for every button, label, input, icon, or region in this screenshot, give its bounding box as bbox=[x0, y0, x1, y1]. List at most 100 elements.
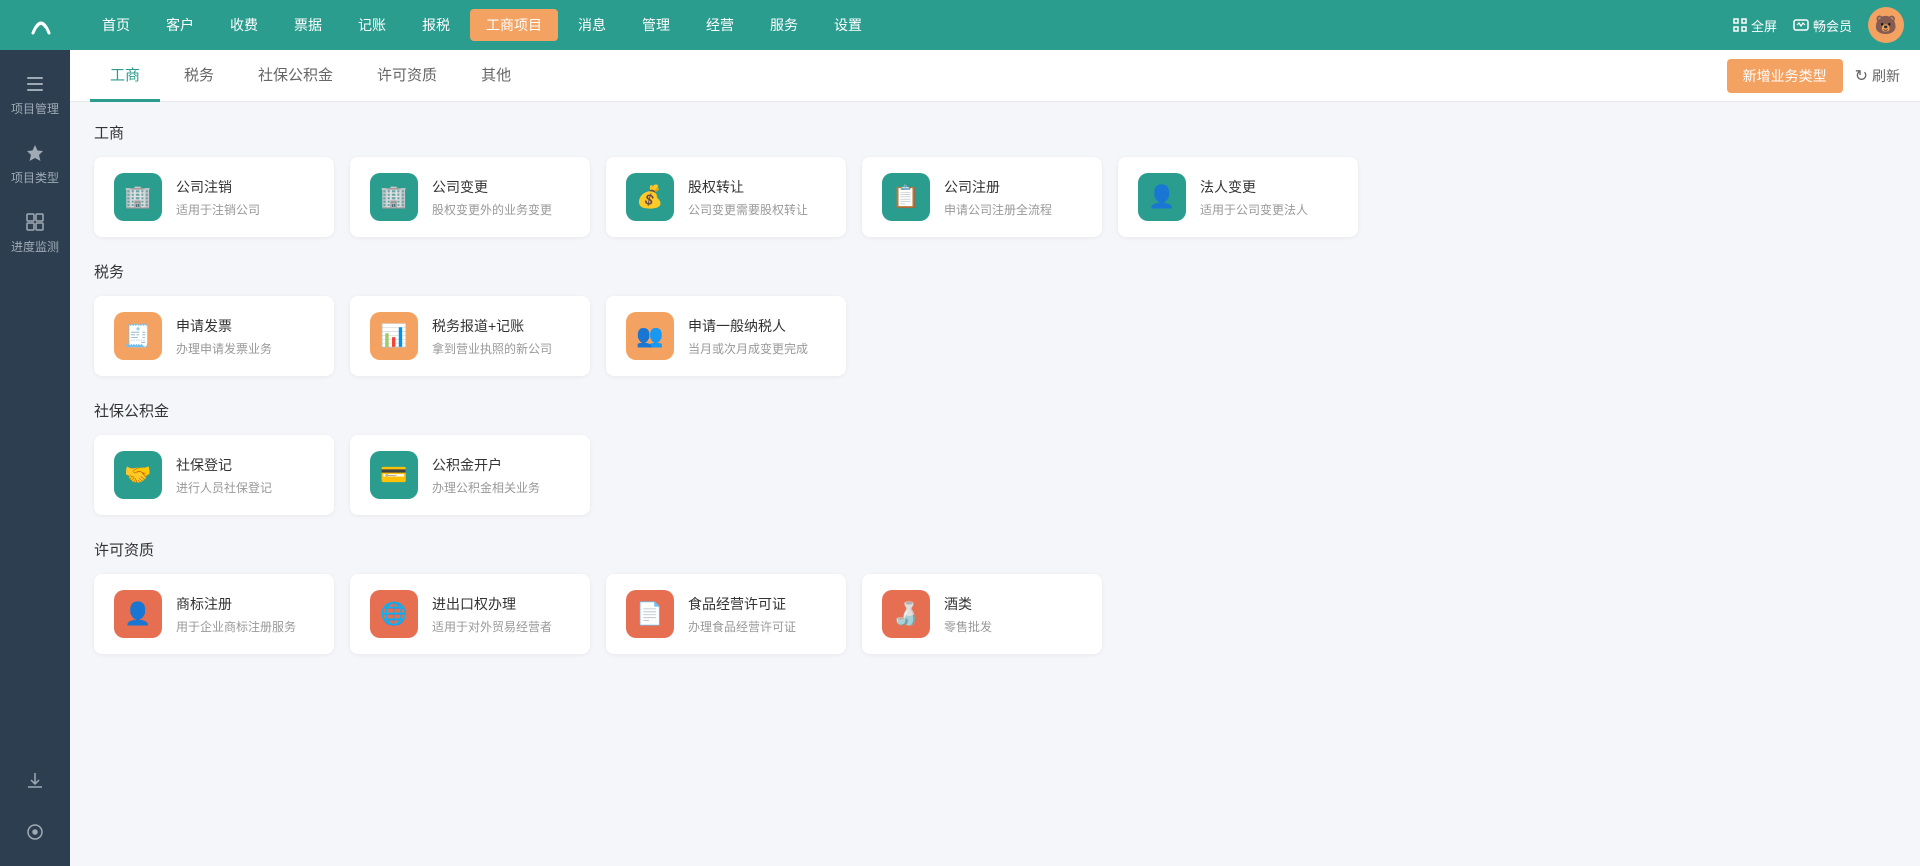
service-card-申请发票[interactable]: 🧾 申请发票办理申请发票业务 bbox=[94, 296, 334, 376]
service-card-食品经营许可证[interactable]: 📄 食品经营许可证办理食品经营许可证 bbox=[606, 574, 846, 654]
card-icon: 📋 bbox=[882, 173, 930, 221]
card-desc: 适用于对外贸易经营者 bbox=[432, 618, 552, 635]
card-desc: 适用于公司变更法人 bbox=[1200, 201, 1308, 218]
sidebar-item-project-management[interactable]: 项目管理 bbox=[0, 60, 70, 129]
nav-item-消息[interactable]: 消息 bbox=[562, 9, 622, 41]
content-scroll[interactable]: 工商 🏢 公司注销适用于注销公司 🏢 公司变更股权变更外的业务变更 💰股权转让公司变更需要… bbox=[70, 102, 1920, 866]
card-info: 公司变更股权变更外的业务变更 bbox=[432, 177, 552, 218]
service-card-商标注册[interactable]: 👤商标注册用于企业商标注册服务 bbox=[94, 574, 334, 654]
tab-工商[interactable]: 工商 bbox=[90, 50, 160, 102]
card-info: 申请一般纳税人当月或次月成变更完成 bbox=[688, 316, 808, 357]
sidebar-item-project-type[interactable]: 项目类型 bbox=[0, 129, 70, 198]
cards-grid-许可资质: 👤商标注册用于企业商标注册服务🌐进出口权办理适用于对外贸易经营者📄食品经营许可证… bbox=[94, 574, 1896, 654]
card-icon: 📊 bbox=[370, 312, 418, 360]
card-info: 社保登记进行人员社保登记 bbox=[176, 455, 272, 496]
card-info: 公积金开户办理公积金相关业务 bbox=[432, 455, 540, 496]
tabs-actions: 新增业务类型 ↻ 刷新 bbox=[1727, 59, 1900, 93]
nav-item-报税[interactable]: 报税 bbox=[406, 9, 466, 41]
card-title: 酒类 bbox=[944, 594, 992, 614]
card-info: 股权转让公司变更需要股权转让 bbox=[688, 177, 808, 218]
card-icon: 🤝 bbox=[114, 451, 162, 499]
service-card-股权转让[interactable]: 💰股权转让公司变更需要股权转让 bbox=[606, 157, 846, 237]
section-工商: 工商 🏢 公司注销适用于注销公司 🏢 公司变更股权变更外的业务变更 💰股权转让公司变更需要… bbox=[94, 122, 1896, 237]
section-社保公积金: 社保公积金🤝社保登记进行人员社保登记💳公积金开户办理公积金相关业务 bbox=[94, 400, 1896, 515]
card-icon: 🏢 bbox=[114, 173, 162, 221]
refresh-button[interactable]: ↻ 刷新 bbox=[1855, 66, 1900, 86]
card-info: 进出口权办理适用于对外贸易经营者 bbox=[432, 594, 552, 635]
nav-item-票据[interactable]: 票据 bbox=[278, 9, 338, 41]
tab-其他[interactable]: 其他 bbox=[461, 50, 531, 102]
card-desc: 股权变更外的业务变更 bbox=[432, 201, 552, 218]
new-type-button[interactable]: 新增业务类型 bbox=[1727, 59, 1843, 93]
content-area: 工商税务社保公积金许可资质其他 新增业务类型 ↻ 刷新 工商🏢公司注销适用于注销… bbox=[70, 50, 1920, 866]
nav-menu: 首页客户收费票据记账报税工商项目消息管理经营服务设置 bbox=[86, 9, 1733, 41]
sidebar-download-button[interactable] bbox=[0, 756, 70, 804]
card-desc: 申请公司注册全流程 bbox=[944, 201, 1052, 218]
service-card-法人变更[interactable]: 👤 法人变更适用于公司变更法人 bbox=[1118, 157, 1358, 237]
card-title: 公司变更 bbox=[432, 177, 552, 197]
tab-许可资质[interactable]: 许可资质 bbox=[357, 50, 457, 102]
cards-grid-税务: 🧾 申请发票办理申请发票业务 📊税务报道+记账拿到营业执照的新公司👥申请一般纳税人当… bbox=[94, 296, 1896, 376]
service-card-税务报道+记账[interactable]: 📊税务报道+记账拿到营业执照的新公司 bbox=[350, 296, 590, 376]
card-icon: 👤 bbox=[114, 590, 162, 638]
card-icon: 🧾 bbox=[114, 312, 162, 360]
service-card-进出口权办理[interactable]: 🌐进出口权办理适用于对外贸易经营者 bbox=[350, 574, 590, 654]
top-navigation: 首页客户收费票据记账报税工商项目消息管理经营服务设置 全屏 畅会员 🐻 bbox=[0, 0, 1920, 50]
sidebar-settings-button[interactable] bbox=[0, 808, 70, 856]
star-icon bbox=[23, 141, 47, 165]
card-info: 食品经营许可证办理食品经营许可证 bbox=[688, 594, 796, 635]
service-card-公司变更[interactable]: 🏢 公司变更股权变更外的业务变更 bbox=[350, 157, 590, 237]
service-card-社保登记[interactable]: 🤝 社保登记进行人员社保登记 bbox=[94, 435, 334, 515]
tab-社保公积金[interactable]: 社保公积金 bbox=[238, 50, 353, 102]
nav-item-经营[interactable]: 经营 bbox=[690, 9, 750, 41]
fullscreen-label: 全屏 bbox=[1751, 16, 1777, 35]
card-desc: 办理公积金相关业务 bbox=[432, 479, 540, 496]
card-title: 申请发票 bbox=[176, 316, 272, 336]
cards-grid-工商: 🏢 公司注销适用于注销公司 🏢 公司变更股权变更外的业务变更 💰股权转让公司变更需要股权… bbox=[94, 157, 1896, 237]
section-税务: 税务 🧾 申请发票办理申请发票业务 📊税务报道+记账拿到营业执照的新公司👥申请一般纳税… bbox=[94, 261, 1896, 376]
card-title: 申请一般纳税人 bbox=[688, 316, 808, 336]
refresh-label: 刷新 bbox=[1872, 66, 1900, 86]
nav-item-客户[interactable]: 客户 bbox=[150, 9, 210, 41]
section-title: 许可资质 bbox=[94, 539, 1896, 560]
card-info: 法人变更适用于公司变更法人 bbox=[1200, 177, 1308, 218]
nav-item-记账[interactable]: 记账 bbox=[342, 9, 402, 41]
nav-item-服务[interactable]: 服务 bbox=[754, 9, 814, 41]
main-layout: 项目管理 项目类型 进度监测 bbox=[0, 50, 1920, 866]
card-title: 食品经营许可证 bbox=[688, 594, 796, 614]
top-right-actions: 全屏 畅会员 🐻 bbox=[1733, 7, 1904, 43]
card-icon: 📄 bbox=[626, 590, 674, 638]
sidebar-item-progress-monitor[interactable]: 进度监测 bbox=[0, 198, 70, 267]
card-desc: 适用于注销公司 bbox=[176, 201, 260, 218]
nav-item-收费[interactable]: 收费 bbox=[214, 9, 274, 41]
card-info: 公司注销适用于注销公司 bbox=[176, 177, 260, 218]
nav-item-设置[interactable]: 设置 bbox=[818, 9, 878, 41]
service-card-公积金开户[interactable]: 💳公积金开户办理公积金相关业务 bbox=[350, 435, 590, 515]
section-title: 工商 bbox=[94, 122, 1896, 143]
card-desc: 当月或次月成变更完成 bbox=[688, 340, 808, 357]
nav-item-管理[interactable]: 管理 bbox=[626, 9, 686, 41]
section-title: 税务 bbox=[94, 261, 1896, 282]
grid-icon bbox=[23, 210, 47, 234]
card-info: 申请发票办理申请发票业务 bbox=[176, 316, 272, 357]
card-title: 法人变更 bbox=[1200, 177, 1308, 197]
sidebar: 项目管理 项目类型 进度监测 bbox=[0, 50, 70, 866]
service-card-申请一般纳税人[interactable]: 👥申请一般纳税人当月或次月成变更完成 bbox=[606, 296, 846, 376]
nav-item-工商项目[interactable]: 工商项目 bbox=[470, 9, 558, 41]
service-card-公司注销[interactable]: 🏢 公司注销适用于注销公司 bbox=[94, 157, 334, 237]
fullscreen-button[interactable]: 全屏 bbox=[1733, 16, 1777, 35]
card-icon: 👤 bbox=[1138, 173, 1186, 221]
vip-button[interactable]: 畅会员 bbox=[1793, 16, 1852, 35]
nav-item-首页[interactable]: 首页 bbox=[86, 9, 146, 41]
avatar: 🐻 bbox=[1868, 7, 1904, 43]
service-card-公司注册[interactable]: 📋公司注册申请公司注册全流程 bbox=[862, 157, 1102, 237]
refresh-icon: ↻ bbox=[1855, 66, 1868, 86]
card-title: 公司注销 bbox=[176, 177, 260, 197]
card-title: 商标注册 bbox=[176, 594, 296, 614]
service-card-酒类[interactable]: 🍶酒类零售批发 bbox=[862, 574, 1102, 654]
card-icon: 🏢 bbox=[370, 173, 418, 221]
card-title: 公积金开户 bbox=[432, 455, 540, 475]
card-desc: 拿到营业执照的新公司 bbox=[432, 340, 552, 357]
tab-税务[interactable]: 税务 bbox=[164, 50, 234, 102]
card-desc: 公司变更需要股权转让 bbox=[688, 201, 808, 218]
